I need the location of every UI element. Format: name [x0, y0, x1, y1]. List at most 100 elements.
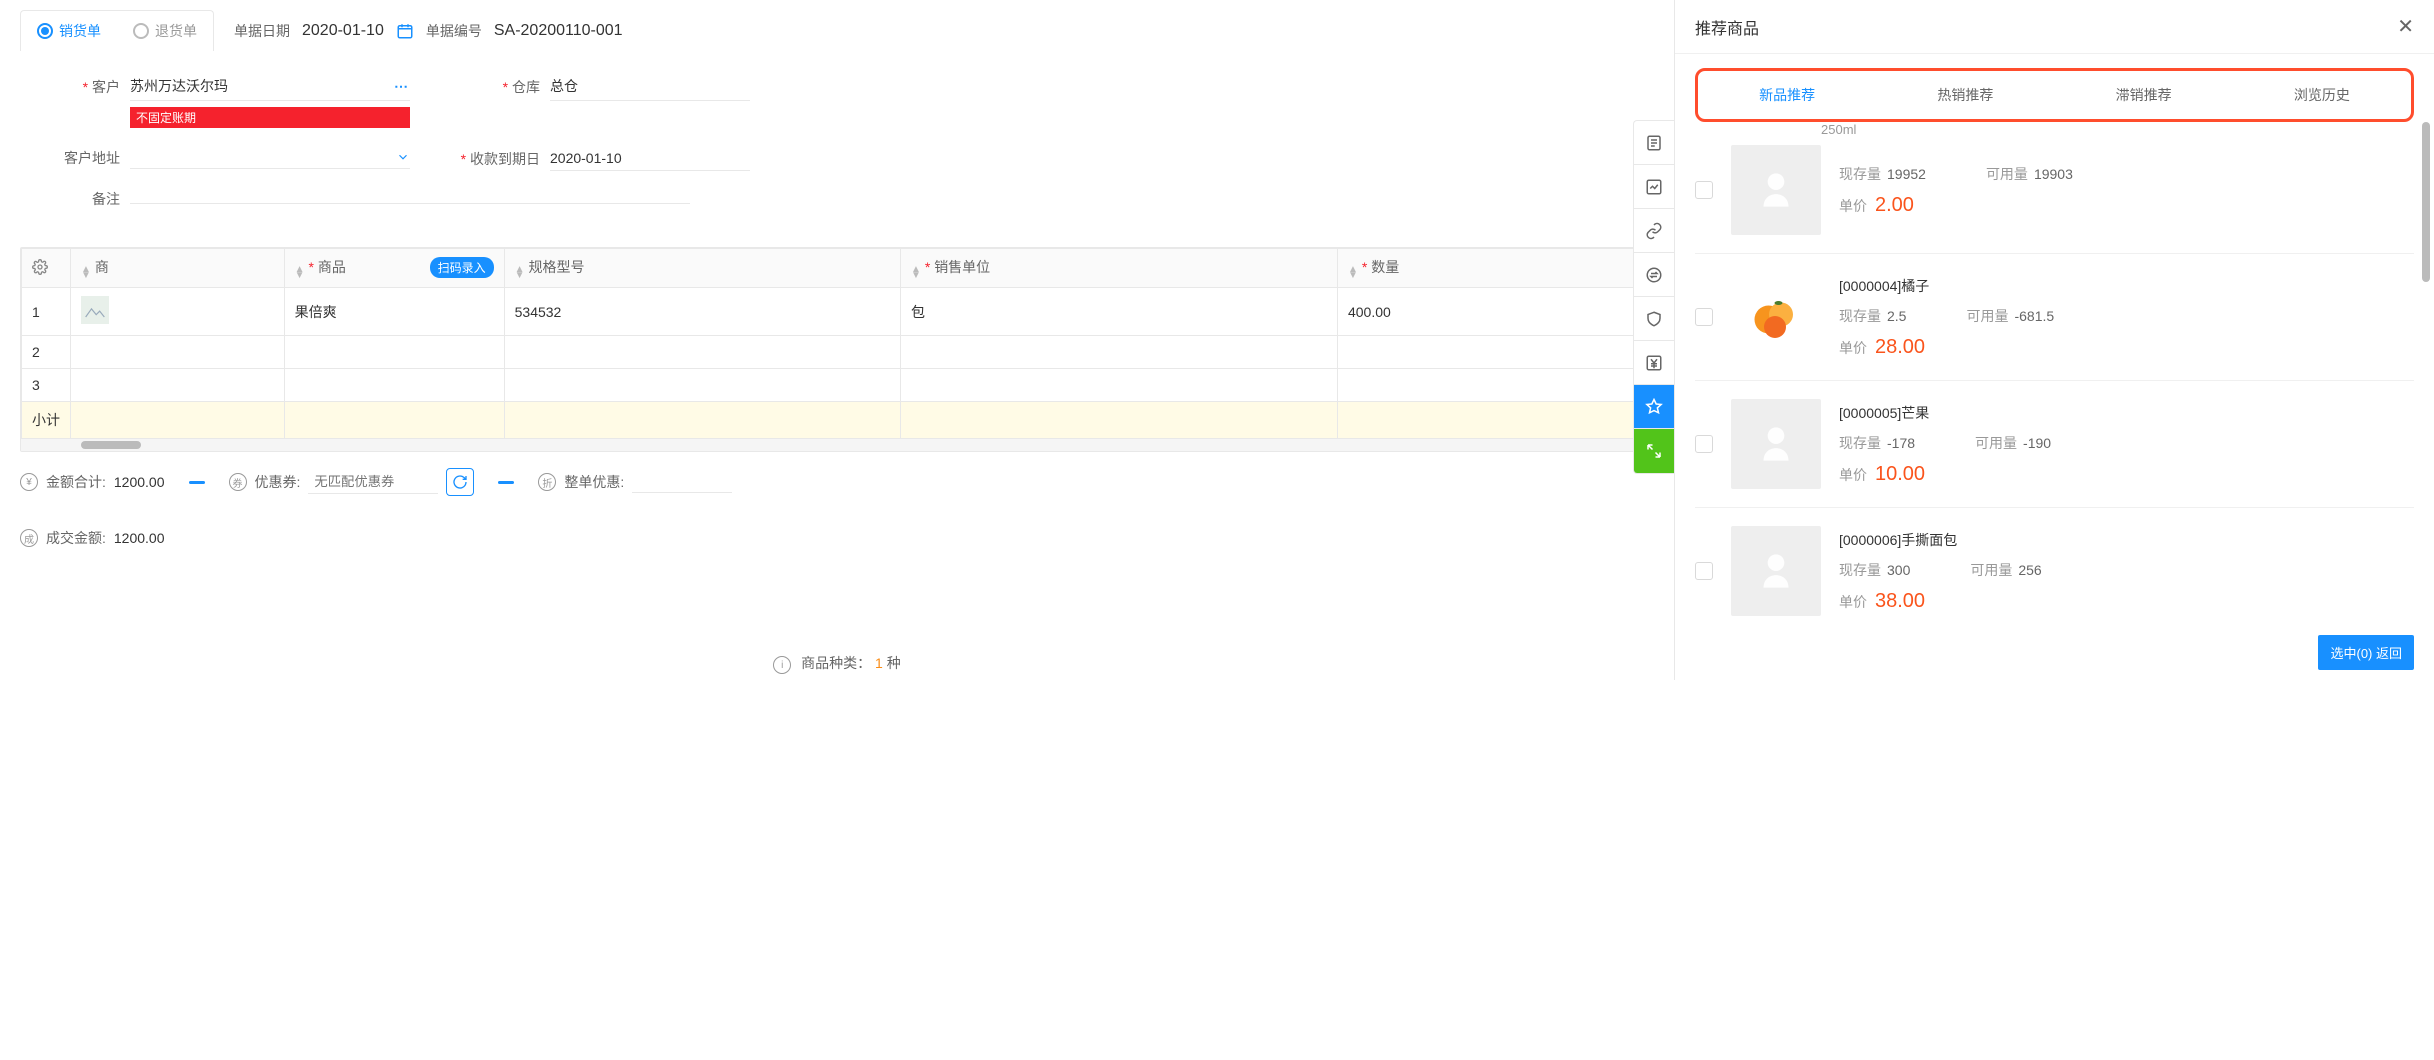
product-checkbox[interactable] [1695, 308, 1713, 326]
shield-icon [1645, 310, 1663, 328]
product-row[interactable]: [0000005]芒果 现存量-178 可用量-190 单价10.00 [1695, 381, 2414, 508]
tab-label: 退货单 [155, 21, 197, 41]
scrollbar-thumb[interactable] [81, 441, 141, 449]
placeholder-icon [1751, 165, 1801, 215]
tab-slow-recommend[interactable]: 滞销推荐 [2055, 71, 2233, 119]
side-toolbar [1633, 120, 1674, 474]
date-value[interactable]: 2020-01-10 [302, 22, 384, 40]
remark-field[interactable] [130, 195, 690, 204]
discount-icon: 折 [538, 473, 556, 491]
cell-unit[interactable]: 包 [900, 288, 1337, 336]
cell-qty[interactable]: 400.00 [1337, 288, 1652, 336]
sort-icon: ▲▼ [295, 267, 305, 279]
kinds-label: 商品种类： [801, 655, 871, 671]
account-period-badge: 不固定账期 [130, 107, 410, 128]
bill-meta: 单据日期 2020-01-10 单据编号 SA-20200110-001 [214, 11, 643, 51]
exchange-icon [1645, 266, 1663, 284]
amount-label: 金额合计: [46, 472, 106, 492]
radio-icon [133, 23, 149, 39]
col-spec[interactable]: ▲▼规格型号 [504, 249, 900, 288]
whole-discount-field[interactable] [632, 471, 732, 493]
product-checkbox[interactable] [1695, 435, 1713, 453]
tab-return-order[interactable]: 退货单 [117, 11, 213, 51]
row-index: 1 [22, 288, 71, 336]
avail-value: 256 [2018, 562, 2041, 578]
avail-value: -190 [2023, 435, 2051, 451]
tab-new-recommend[interactable]: 新品推荐 [1698, 71, 1876, 119]
product-name: [0000004]橘子 [1839, 276, 2414, 296]
remark-label: 备注 [30, 189, 120, 209]
price-value: 38.00 [1875, 590, 1925, 612]
col-unit[interactable]: ▲▼销售单位 [900, 249, 1337, 288]
orange-fruit-icon [1751, 292, 1801, 342]
cell-product[interactable]: 果倍爽 [284, 288, 504, 336]
scan-input-button[interactable]: 扫码录入 [430, 257, 494, 278]
table-row[interactable]: 1 果倍爽 534532 包 400.00 [22, 288, 1653, 336]
cell-image[interactable] [71, 288, 285, 336]
stock-value: 300 [1887, 562, 1910, 578]
cell-spec[interactable]: 534532 [504, 288, 900, 336]
coupon-input[interactable] [308, 470, 438, 494]
kinds-value: 1 [875, 655, 883, 671]
amount-value: 1200.00 [114, 474, 165, 490]
side-currency-button[interactable] [1634, 341, 1674, 385]
product-list[interactable]: 250ml 现存量19952 可用量19903 单价2.00 [1675, 122, 2434, 625]
tab-label: 销货单 [59, 21, 101, 41]
product-checkbox[interactable] [1695, 562, 1713, 580]
tab-hot-recommend[interactable]: 热销推荐 [1876, 71, 2054, 119]
deal-value: 1200.00 [114, 530, 165, 546]
product-name: [0000006]手撕面包 [1839, 530, 2414, 550]
close-icon[interactable]: ✕ [2397, 14, 2414, 39]
due-field[interactable]: 2020-01-10 [550, 146, 750, 171]
product-row[interactable]: [0000004]橘子 现存量2.5 可用量-681.5 单价28.00 [1695, 254, 2414, 381]
more-icon[interactable]: ⋯ [394, 78, 410, 95]
refresh-button[interactable] [446, 468, 474, 496]
warehouse-label: 仓库 [450, 77, 540, 97]
chart-icon [1645, 178, 1663, 196]
side-chart-button[interactable] [1634, 165, 1674, 209]
link-icon [1645, 222, 1663, 240]
side-exchange-button[interactable] [1634, 253, 1674, 297]
col-qty[interactable]: ▲▼数量 [1337, 249, 1652, 288]
column-settings[interactable] [22, 249, 71, 288]
date-label: 单据日期 [234, 21, 290, 41]
scrollbar-thumb[interactable] [2422, 122, 2430, 282]
tab-sales-order[interactable]: 销货单 [21, 11, 117, 51]
product-thumb [1731, 145, 1821, 235]
customer-field[interactable]: 苏州万达沃尔玛 ⋯ [130, 72, 410, 101]
chevron-down-icon[interactable] [396, 150, 410, 164]
deal-icon: 成 [20, 529, 38, 547]
side-expand-button[interactable] [1634, 429, 1674, 473]
horizontal-scrollbar[interactable] [21, 439, 1653, 451]
avail-value: 19903 [2034, 166, 2073, 182]
col-image[interactable]: ▲▼商 [71, 249, 285, 288]
product-checkbox[interactable] [1695, 181, 1713, 199]
avail-value: -681.5 [2014, 308, 2054, 324]
side-favorite-button[interactable] [1634, 385, 1674, 429]
price-value: 10.00 [1875, 463, 1925, 485]
due-label: 收款到期日 [450, 149, 540, 169]
tab-browse-history[interactable]: 浏览历史 [2233, 71, 2411, 119]
vertical-scrollbar[interactable] [2422, 122, 2430, 625]
table-row[interactable]: 2 [22, 336, 1653, 369]
calendar-icon[interactable] [396, 22, 414, 40]
col-product[interactable]: ▲▼商品扫码录入 [284, 249, 504, 288]
due-value: 2020-01-10 [550, 150, 622, 166]
product-row[interactable]: 现存量19952 可用量19903 单价2.00 [1695, 141, 2414, 254]
list-icon [1645, 134, 1663, 152]
select-return-button[interactable]: 选中(0) 返回 [2318, 635, 2414, 670]
warehouse-field[interactable]: 总仓 [550, 72, 750, 101]
expand-icon [1645, 442, 1663, 460]
product-thumb [1731, 399, 1821, 489]
info-icon: i [773, 656, 791, 674]
address-field[interactable] [130, 146, 410, 169]
side-shield-button[interactable] [1634, 297, 1674, 341]
partial-product-name: 250ml [1695, 122, 2414, 141]
side-notes-button[interactable] [1634, 121, 1674, 165]
side-link-button[interactable] [1634, 209, 1674, 253]
table-row[interactable]: 3 [22, 369, 1653, 402]
items-table: ▲▼商 ▲▼商品扫码录入 ▲▼规格型号 ▲▼销售单位 ▲▼数量 1 果倍爽 53… [20, 247, 1654, 452]
gear-icon [32, 259, 48, 275]
product-row[interactable]: [0000006]手撕面包 现存量300 可用量256 单价38.00 [1695, 508, 2414, 625]
recommend-title: 推荐商品 [1695, 15, 1759, 39]
